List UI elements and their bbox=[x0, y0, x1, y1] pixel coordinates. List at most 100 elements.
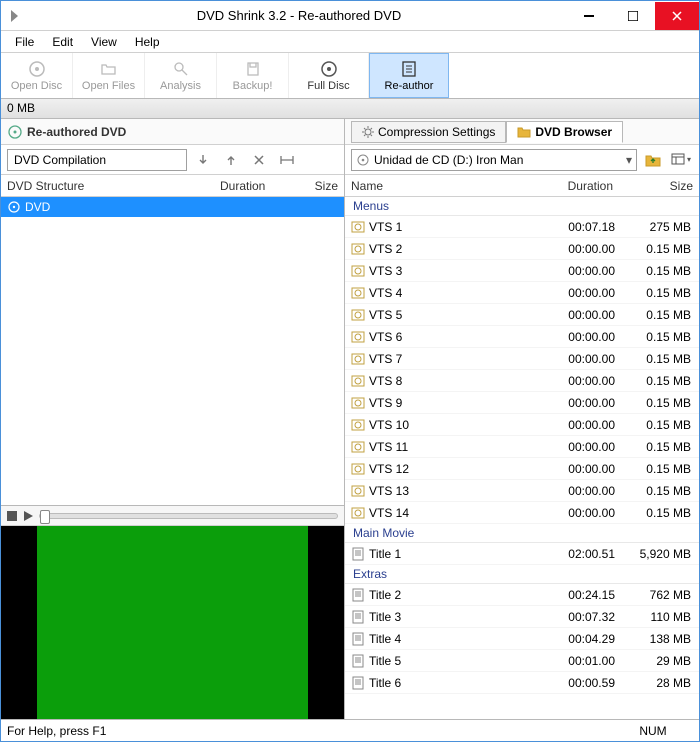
menu-edit[interactable]: Edit bbox=[44, 32, 81, 52]
item-size: 0.15 MB bbox=[615, 242, 695, 256]
item-size: 0.15 MB bbox=[615, 286, 695, 300]
item-size: 762 MB bbox=[615, 588, 695, 602]
title-icon bbox=[349, 547, 367, 561]
delete-button[interactable] bbox=[247, 149, 271, 171]
vts-icon bbox=[349, 418, 367, 432]
minimize-button[interactable] bbox=[567, 2, 611, 30]
list-item[interactable]: VTS 400:00.000.15 MB bbox=[345, 282, 699, 304]
move-down-button[interactable] bbox=[191, 149, 215, 171]
vts-icon bbox=[349, 220, 367, 234]
view-mode-button[interactable]: ▾ bbox=[669, 149, 693, 171]
list-item[interactable]: Title 200:24.15762 MB bbox=[345, 584, 699, 606]
vts-icon bbox=[349, 506, 367, 520]
item-name: Title 4 bbox=[367, 632, 535, 646]
item-duration: 00:00.00 bbox=[535, 462, 615, 476]
full-disc-label: Full Disc bbox=[307, 80, 349, 92]
maximize-button[interactable] bbox=[611, 2, 655, 30]
full-disc-button[interactable]: Full Disc bbox=[289, 53, 369, 98]
col-duration[interactable]: Duration bbox=[539, 179, 619, 193]
vts-icon bbox=[349, 308, 367, 322]
group-header: Menus bbox=[345, 197, 699, 216]
disc-icon bbox=[7, 124, 23, 140]
disc-icon bbox=[356, 153, 370, 167]
dvd-structure-tree[interactable]: DVD bbox=[1, 197, 344, 505]
move-up-button[interactable] bbox=[219, 149, 243, 171]
tab-compression-settings[interactable]: Compression Settings bbox=[351, 121, 506, 143]
title-icon bbox=[349, 632, 367, 646]
open-disc-button[interactable]: Open Disc bbox=[1, 53, 73, 98]
list-item[interactable]: VTS 800:00.000.15 MB bbox=[345, 370, 699, 392]
preview-pane bbox=[1, 505, 344, 719]
list-item[interactable]: VTS 100:07.18275 MB bbox=[345, 216, 699, 238]
chevron-down-icon: ▾ bbox=[626, 153, 632, 167]
seek-thumb[interactable] bbox=[40, 510, 50, 524]
item-size: 138 MB bbox=[615, 632, 695, 646]
seek-slider[interactable] bbox=[39, 513, 338, 519]
item-duration: 00:00.00 bbox=[535, 242, 615, 256]
item-name: Title 5 bbox=[367, 654, 535, 668]
col-duration[interactable]: Duration bbox=[214, 179, 294, 193]
tab-dvd-browser[interactable]: DVD Browser bbox=[506, 121, 623, 143]
right-panel-header: Compression Settings DVD Browser bbox=[345, 119, 699, 145]
vts-icon bbox=[349, 352, 367, 366]
close-button[interactable] bbox=[655, 2, 699, 30]
menu-file[interactable]: File bbox=[7, 32, 42, 52]
item-name: VTS 9 bbox=[367, 396, 535, 410]
list-item[interactable]: VTS 900:00.000.15 MB bbox=[345, 392, 699, 414]
open-disc-label: Open Disc bbox=[11, 80, 62, 92]
item-name: VTS 3 bbox=[367, 264, 535, 278]
col-name[interactable]: Name bbox=[345, 179, 539, 193]
re-author-button[interactable]: Re-author bbox=[369, 53, 449, 98]
app-icon bbox=[1, 8, 31, 24]
item-duration: 00:00.00 bbox=[535, 330, 615, 344]
preview-controls bbox=[1, 506, 344, 526]
col-size[interactable]: Size bbox=[619, 179, 699, 193]
tab-compression-label: Compression Settings bbox=[378, 125, 495, 139]
drive-dropdown[interactable]: Unidad de CD (D:) Iron Man ▾ bbox=[351, 149, 637, 171]
item-size: 0.15 MB bbox=[615, 264, 695, 278]
menu-view[interactable]: View bbox=[83, 32, 125, 52]
trim-button[interactable] bbox=[275, 149, 299, 171]
col-structure[interactable]: DVD Structure bbox=[1, 179, 214, 193]
menu-help[interactable]: Help bbox=[127, 32, 168, 52]
left-pane: Re-authored DVD DVD Compilation DVD Stru… bbox=[1, 119, 345, 719]
list-item[interactable]: Title 500:01.0029 MB bbox=[345, 650, 699, 672]
item-size: 28 MB bbox=[615, 676, 695, 690]
disc-icon bbox=[28, 60, 46, 78]
backup-button[interactable]: Backup! bbox=[217, 53, 289, 98]
analysis-label: Analysis bbox=[160, 80, 201, 92]
compilation-bar: DVD Compilation bbox=[1, 145, 344, 175]
re-author-label: Re-author bbox=[385, 80, 434, 92]
app-window: DVD Shrink 3.2 - Re-authored DVD File Ed… bbox=[0, 0, 700, 742]
browser-list[interactable]: MenusVTS 100:07.18275 MBVTS 200:00.000.1… bbox=[345, 197, 699, 719]
stop-button[interactable] bbox=[7, 511, 17, 521]
compilation-input[interactable]: DVD Compilation bbox=[7, 149, 187, 171]
list-item[interactable]: VTS 1000:00.000.15 MB bbox=[345, 414, 699, 436]
item-size: 0.15 MB bbox=[615, 330, 695, 344]
list-item[interactable]: VTS 1100:00.000.15 MB bbox=[345, 436, 699, 458]
list-item[interactable]: VTS 600:00.000.15 MB bbox=[345, 326, 699, 348]
list-item[interactable]: VTS 1400:00.000.15 MB bbox=[345, 502, 699, 524]
list-item[interactable]: Title 400:04.29138 MB bbox=[345, 628, 699, 650]
analysis-button[interactable]: Analysis bbox=[145, 53, 217, 98]
tree-row-dvd[interactable]: DVD bbox=[1, 197, 344, 217]
play-button[interactable] bbox=[23, 511, 33, 521]
item-duration: 00:04.29 bbox=[535, 632, 615, 646]
up-folder-button[interactable] bbox=[641, 149, 665, 171]
list-item[interactable]: VTS 1300:00.000.15 MB bbox=[345, 480, 699, 502]
item-name: VTS 5 bbox=[367, 308, 535, 322]
list-item[interactable]: VTS 1200:00.000.15 MB bbox=[345, 458, 699, 480]
list-item[interactable]: VTS 300:00.000.15 MB bbox=[345, 260, 699, 282]
left-column-headers: DVD Structure Duration Size bbox=[1, 175, 344, 197]
list-item[interactable]: Title 300:07.32110 MB bbox=[345, 606, 699, 628]
col-size[interactable]: Size bbox=[294, 179, 344, 193]
title-bar: DVD Shrink 3.2 - Re-authored DVD bbox=[1, 1, 699, 31]
open-files-button[interactable]: Open Files bbox=[73, 53, 145, 98]
preview-frame bbox=[37, 526, 308, 719]
list-item[interactable]: VTS 700:00.000.15 MB bbox=[345, 348, 699, 370]
list-item[interactable]: VTS 200:00.000.15 MB bbox=[345, 238, 699, 260]
item-name: Title 2 bbox=[367, 588, 535, 602]
list-item[interactable]: Title 600:00.5928 MB bbox=[345, 672, 699, 694]
list-item[interactable]: Title 102:00.515,920 MB bbox=[345, 543, 699, 565]
list-item[interactable]: VTS 500:00.000.15 MB bbox=[345, 304, 699, 326]
